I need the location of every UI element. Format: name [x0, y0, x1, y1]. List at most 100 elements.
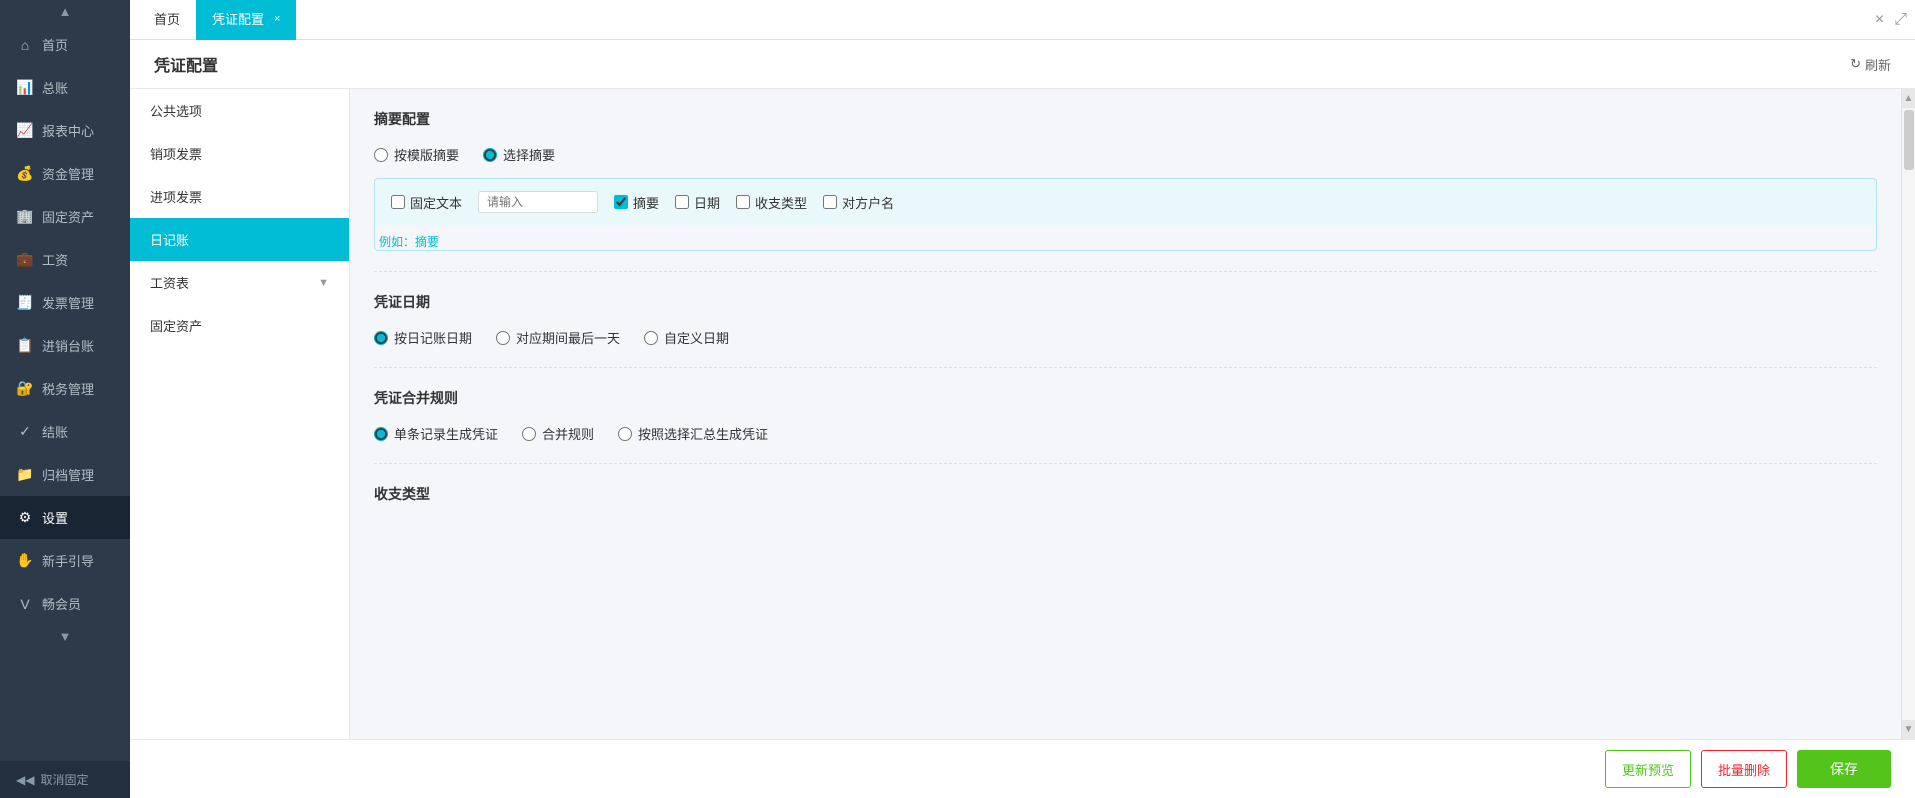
refresh-icon: ↻: [1850, 56, 1861, 72]
sidebar-item-archive[interactable]: 📁 归档管理: [0, 453, 130, 496]
counterpart-checkbox[interactable]: [823, 195, 837, 209]
sidebar-item-fund[interactable]: 💰 资金管理: [0, 152, 130, 195]
income-type-section-title: 收支类型: [374, 484, 1877, 504]
checkbox-pay-type[interactable]: 收支类型: [736, 193, 807, 212]
tab-home[interactable]: 首页: [138, 0, 196, 40]
radio-period-last-day-input[interactable]: [496, 331, 510, 345]
nav-item-purchase-invoice[interactable]: 进项发票: [130, 175, 349, 218]
sidebar-item-settings[interactable]: ⚙ 设置: [0, 496, 130, 539]
refresh-button[interactable]: ↻ 刷新: [1850, 55, 1891, 74]
summary-section: 摘要配置 按模版摘要 选择摘要: [374, 109, 1877, 251]
radio-single-record-input[interactable]: [374, 427, 388, 441]
content-wrapper: 凭证配置 ↻ 刷新 公共选项 销项发票 进项发票 日记账: [130, 40, 1915, 798]
update-preview-button[interactable]: 更新预览: [1605, 750, 1691, 788]
pay-type-checkbox[interactable]: [736, 195, 750, 209]
section-divider-3: [374, 463, 1877, 464]
window-resize-icon[interactable]: ⤢: [1894, 11, 1907, 29]
summary-section-title: 摘要配置: [374, 109, 1877, 129]
radio-single-record[interactable]: 单条记录生成凭证: [374, 424, 498, 443]
nav-item-journal[interactable]: 日记账: [130, 218, 349, 261]
scrollbar-right[interactable]: ▲ ▼: [1901, 89, 1915, 739]
page-header: 凭证配置 ↻ 刷新: [130, 40, 1915, 89]
sidebar-item-tax[interactable]: 🔐 税务管理: [0, 367, 130, 410]
scroll-down-button[interactable]: ▼: [1902, 720, 1915, 739]
sales-ledger-icon: 📋: [16, 337, 34, 354]
sidebar-item-vip[interactable]: V 畅会员: [0, 582, 130, 625]
sidebar-scroll-up[interactable]: ▲: [0, 0, 130, 23]
radio-merge-rule[interactable]: 合并规则: [522, 424, 594, 443]
example-text: 例如：摘要: [375, 233, 1876, 250]
radio-custom-date-input[interactable]: [644, 331, 658, 345]
fixed-text-input[interactable]: [478, 191, 598, 213]
tab-close-icon[interactable]: ×: [274, 13, 280, 25]
radio-summary-generate-input[interactable]: [618, 427, 632, 441]
assets-icon: 🏢: [16, 208, 34, 225]
summary-checkbox-row: 固定文本 摘要 日期: [375, 179, 1876, 225]
section-divider-1: [374, 271, 1877, 272]
radio-template-summary[interactable]: 按模版摘要: [374, 145, 459, 164]
close-accounts-icon: ✓: [16, 423, 34, 440]
fund-icon: 💰: [16, 165, 34, 182]
radio-select-summary-input[interactable]: [483, 148, 497, 162]
radio-summary-generate[interactable]: 按照选择汇总生成凭证: [618, 424, 768, 443]
tab-voucher[interactable]: 凭证配置 ×: [196, 0, 296, 40]
sidebar-scroll-down[interactable]: ▼: [0, 625, 130, 648]
radio-template-summary-input[interactable]: [374, 148, 388, 162]
sidebar-item-report[interactable]: 📈 报表中心: [0, 109, 130, 152]
nav-item-sales-invoice[interactable]: 销项发票: [130, 132, 349, 175]
nav-item-payroll-table[interactable]: 工资表 ▼: [130, 261, 349, 304]
radio-select-summary[interactable]: 选择摘要: [483, 145, 555, 164]
checkbox-date[interactable]: 日期: [675, 193, 720, 212]
date-checkbox[interactable]: [675, 195, 689, 209]
merge-rule-radio-group: 单条记录生成凭证 合并规则 按照选择汇总生成凭证: [374, 424, 1877, 443]
window-close-icon[interactable]: ×: [1875, 11, 1884, 29]
checkbox-counterpart[interactable]: 对方户名: [823, 193, 894, 212]
sidebar-item-invoice-mgmt[interactable]: 🧾 发票管理: [0, 281, 130, 324]
sidebar-item-close[interactable]: ✓ 结账: [0, 410, 130, 453]
home-icon: ⌂: [16, 37, 34, 53]
nav-arrow-icon: ▼: [318, 277, 329, 289]
nav-item-public[interactable]: 公共选项: [130, 89, 349, 132]
sidebar-item-sales-ledger[interactable]: 📋 进销台账: [0, 324, 130, 367]
summary-radio-group: 按模版摘要 选择摘要: [374, 145, 1877, 164]
guide-icon: ✋: [16, 552, 34, 569]
radio-custom-date[interactable]: 自定义日期: [644, 328, 729, 347]
sidebar-item-payroll[interactable]: 💼 工资: [0, 238, 130, 281]
report-icon: 📈: [16, 122, 34, 139]
sidebar-item-home[interactable]: ⌂ 首页: [0, 23, 130, 66]
radio-merge-rule-input[interactable]: [522, 427, 536, 441]
ledger-icon: 📊: [16, 79, 34, 96]
voucher-date-radio-group: 按日记账日期 对应期间最后一天 自定义日期: [374, 328, 1877, 347]
abstract-checkbox[interactable]: [614, 195, 628, 209]
scroll-up-button[interactable]: ▲: [1902, 89, 1915, 108]
nav-item-fixed-assets[interactable]: 固定资产: [130, 304, 349, 347]
payroll-icon: 💼: [16, 251, 34, 268]
vip-icon: V: [16, 596, 34, 612]
radio-period-last-day[interactable]: 对应期间最后一天: [496, 328, 620, 347]
save-button[interactable]: 保存: [1797, 750, 1891, 788]
voucher-date-section-title: 凭证日期: [374, 292, 1877, 312]
body-area: 公共选项 销项发票 进项发票 日记账 工资表 ▼ 固定资产: [130, 89, 1915, 739]
right-content: 摘要配置 按模版摘要 选择摘要: [350, 89, 1901, 739]
archive-icon: 📁: [16, 466, 34, 483]
sidebar-item-guide[interactable]: ✋ 新手引导: [0, 539, 130, 582]
batch-delete-button[interactable]: 批量删除: [1701, 750, 1787, 788]
checkbox-abstract[interactable]: 摘要: [614, 193, 659, 212]
scroll-thumb[interactable]: [1904, 110, 1914, 170]
page-title: 凭证配置: [154, 52, 218, 76]
checkbox-fixed-text[interactable]: 固定文本: [391, 193, 462, 212]
voucher-date-section: 凭证日期 按日记账日期 对应期间最后一天: [374, 292, 1877, 347]
sidebar-item-assets[interactable]: 🏢 固定资产: [0, 195, 130, 238]
pin-icon: ◀◀: [16, 773, 34, 787]
income-type-section: 收支类型: [374, 484, 1877, 504]
unpin-button[interactable]: ◀◀ 取消固定: [0, 761, 130, 798]
section-divider-2: [374, 367, 1877, 368]
bottom-bar: 更新预览 批量删除 保存: [130, 739, 1915, 798]
fixed-text-checkbox[interactable]: [391, 195, 405, 209]
tax-icon: 🔐: [16, 380, 34, 397]
radio-journal-date-input[interactable]: [374, 331, 388, 345]
sidebar-item-ledger[interactable]: 📊 总账: [0, 66, 130, 109]
radio-journal-date[interactable]: 按日记账日期: [374, 328, 472, 347]
sidebar: ▲ ⌂ 首页 📊 总账 📈 报表中心 💰 资金管理 🏢 固定资产 💼 工资 🧾 …: [0, 0, 130, 798]
invoice-mgmt-icon: 🧾: [16, 294, 34, 311]
